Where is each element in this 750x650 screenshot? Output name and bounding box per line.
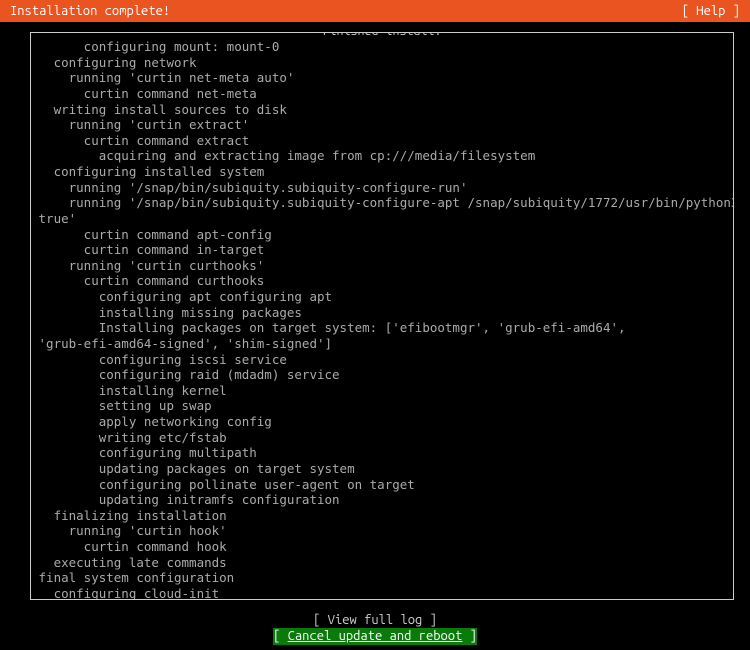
- install-log: configuring mount: mount-0 configuring n…: [31, 39, 733, 600]
- log-frame: Finished install! configuring mount: mou…: [30, 32, 734, 600]
- frame-wrapper: Finished install! configuring mount: mou…: [0, 22, 750, 600]
- header-bar: Installation complete! [ Help ]: [0, 0, 750, 22]
- help-button[interactable]: [ Help ]: [682, 3, 740, 19]
- header-title: Installation complete!: [10, 3, 170, 19]
- cancel-update-reboot-label: Cancel update and reboot: [288, 629, 463, 643]
- frame-title: Finished install!: [316, 32, 447, 40]
- view-full-log-button[interactable]: [ View full log ]: [313, 612, 437, 628]
- footer: [ View full log ] [ Cancel update and re…: [0, 612, 750, 645]
- cancel-update-reboot-button[interactable]: [ Cancel update and reboot ]: [273, 628, 477, 644]
